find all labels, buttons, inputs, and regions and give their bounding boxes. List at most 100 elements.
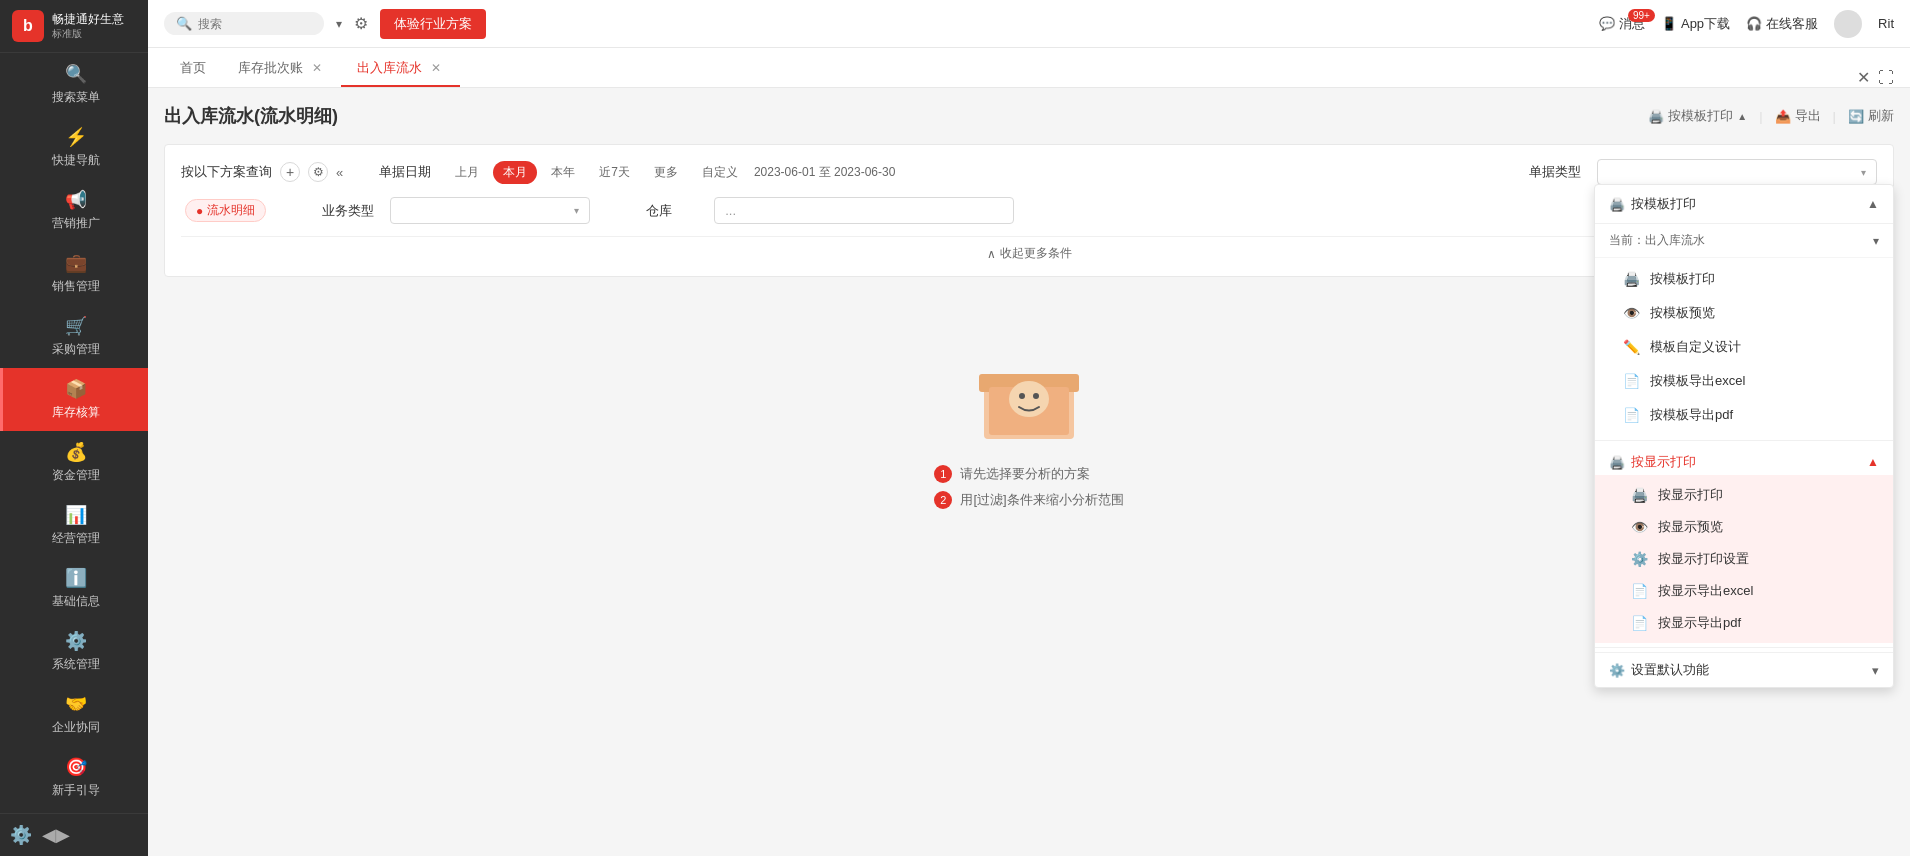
date-range-display: 2023-06-01 至 2023-06-30 bbox=[754, 164, 895, 181]
topbar-gear-icon[interactable]: ⚙ bbox=[354, 14, 368, 33]
step-2-num: 2 bbox=[934, 491, 952, 509]
dropdown-collapse-icon[interactable]: ▲ bbox=[1867, 197, 1879, 211]
date-tag-last-month[interactable]: 上月 bbox=[445, 161, 489, 184]
tab-home[interactable]: 首页 bbox=[164, 51, 222, 87]
window-expand-icon[interactable]: ⛶ bbox=[1878, 69, 1894, 87]
tab-batch-close[interactable]: ✕ bbox=[309, 60, 325, 76]
warehouse-select[interactable]: ... bbox=[714, 197, 1014, 224]
template-design-item[interactable]: ✏️ 模板自定义设计 bbox=[1595, 330, 1893, 364]
svg-point-3 bbox=[1009, 381, 1049, 417]
sidebar-item-operations[interactable]: 📊 经营管理 bbox=[0, 494, 148, 557]
filter-doctype-group: 单据类型 ▾ bbox=[1529, 159, 1877, 185]
collapse-label: 收起更多条件 bbox=[1000, 245, 1072, 262]
sidebar-item-enterprise[interactable]: 🤝 企业协同 bbox=[0, 683, 148, 746]
date-tag-this-month[interactable]: 本月 bbox=[493, 161, 537, 184]
sidebar-item-basic[interactable]: ℹ️ 基础信息 bbox=[0, 557, 148, 620]
window-close-icon[interactable]: ✕ bbox=[1857, 68, 1870, 87]
filter-warehouse-group: 仓库 ... bbox=[646, 197, 1014, 224]
doctype-placeholder bbox=[1608, 165, 1611, 179]
sidebar-item-quicknav[interactable]: ⚡ 快捷导航 bbox=[0, 116, 148, 179]
display-settings-item[interactable]: ⚙️ 按显示打印设置 bbox=[1595, 543, 1893, 575]
app-download-button[interactable]: 📱 App下载 bbox=[1661, 15, 1730, 33]
sidebar-item-label: 库存核算 bbox=[52, 404, 100, 421]
search-chevron-icon[interactable]: ▾ bbox=[336, 17, 342, 31]
page-header: 出入库流水(流水明细) 🖨️ 按模板打印 ▲ | 📤 导出 | 🔄 刷新 bbox=[164, 104, 1894, 128]
footer-arrow-icon[interactable]: ▾ bbox=[1872, 663, 1879, 678]
username-label: Rit bbox=[1878, 16, 1894, 31]
display-excel-item[interactable]: 📄 按显示导出excel bbox=[1595, 575, 1893, 607]
collapse-scheme-icon[interactable]: « bbox=[336, 165, 343, 180]
date-tag-7days[interactable]: 近7天 bbox=[589, 161, 640, 184]
online-service-button[interactable]: 🎧 在线客服 bbox=[1746, 15, 1818, 33]
active-filter-tag: ● 流水明细 bbox=[185, 199, 266, 222]
sidebar-logo: b 畅捷通好生意 标准版 bbox=[0, 0, 148, 53]
sidebar-item-guide[interactable]: 🎯 新手引导 bbox=[0, 746, 148, 809]
close-icon[interactable]: ✕ bbox=[309, 60, 325, 76]
tab-home-label: 首页 bbox=[180, 59, 206, 77]
export-button[interactable]: 📤 导出 bbox=[1775, 107, 1821, 125]
scheme-settings-button[interactable]: ⚙ bbox=[308, 162, 328, 182]
search-input[interactable] bbox=[198, 17, 298, 31]
notification-badge: 99+ bbox=[1628, 9, 1655, 22]
sidebar-item-finance[interactable]: 💰 资金管理 bbox=[0, 431, 148, 494]
sidebar-item-label: 新手引导 bbox=[52, 782, 100, 799]
sidebar-item-label: 采购管理 bbox=[52, 341, 100, 358]
guide-icon: 🎯 bbox=[65, 756, 87, 778]
template-preview-item[interactable]: 👁️ 按模板预览 bbox=[1595, 296, 1893, 330]
sidebar-item-search[interactable]: 🔍 搜索菜单 bbox=[0, 53, 148, 116]
date-tag-this-year[interactable]: 本年 bbox=[541, 161, 585, 184]
topbar-search-box[interactable]: 🔍 bbox=[164, 12, 324, 35]
tab-flow[interactable]: 出入库流水 ✕ bbox=[341, 51, 460, 87]
display-preview-icon: 👁️ bbox=[1631, 519, 1648, 535]
display-print-icon: 🖨️ bbox=[1631, 487, 1648, 503]
display-print-item[interactable]: 🖨️ 按显示打印 bbox=[1595, 479, 1893, 511]
dropdown-footer: ⚙️ 设置默认功能 ▾ bbox=[1595, 652, 1893, 687]
sidebar-item-label: 快捷导航 bbox=[52, 152, 100, 169]
notification-button[interactable]: 💬 消息 99+ bbox=[1599, 15, 1645, 33]
sidebar-nav: 🔍 搜索菜单 ⚡ 快捷导航 📢 营销推广 💼 销售管理 🛒 采购管理 📦 库存核… bbox=[0, 53, 148, 813]
refresh-button[interactable]: 🔄 刷新 bbox=[1848, 107, 1894, 125]
filter-row-1: 按以下方案查询 + ⚙ « 单据日期 上月 本月 本年 近7天 更多 自定义 bbox=[181, 159, 1877, 185]
date-tag-more[interactable]: 更多 bbox=[644, 161, 688, 184]
warehouse-placeholder: ... bbox=[725, 203, 736, 218]
display-section-icon: 🖨️ bbox=[1609, 455, 1625, 470]
add-scheme-button[interactable]: + bbox=[280, 162, 300, 182]
sidebar-item-inventory[interactable]: 📦 库存核算 bbox=[0, 368, 148, 431]
collapse-sidebar-icon[interactable]: ◀▶ bbox=[42, 824, 70, 846]
footer-label: 设置默认功能 bbox=[1631, 661, 1709, 679]
avatar[interactable] bbox=[1834, 10, 1862, 38]
current-arrow-icon: ▾ bbox=[1873, 234, 1879, 248]
collapse-button[interactable]: ∧ 收起更多条件 bbox=[987, 245, 1072, 262]
template-print-icon: 🖨️ bbox=[1623, 271, 1640, 287]
template-print-item[interactable]: 🖨️ 按模板打印 bbox=[1595, 262, 1893, 296]
sidebar-item-system[interactable]: ⚙️ 系统管理 bbox=[0, 620, 148, 683]
print-template-button[interactable]: 🖨️ 按模板打印 ▲ bbox=[1648, 107, 1747, 125]
template-excel-icon: 📄 bbox=[1623, 373, 1640, 389]
display-section-arrow-icon[interactable]: ▲ bbox=[1867, 455, 1879, 469]
display-preview-item[interactable]: 👁️ 按显示预览 bbox=[1595, 511, 1893, 543]
display-pdf-label: 按显示导出pdf bbox=[1658, 614, 1741, 632]
close-icon[interactable]: ✕ bbox=[428, 60, 444, 76]
sidebar-item-marketing[interactable]: 📢 营销推广 bbox=[0, 179, 148, 242]
app-download-icon: 📱 bbox=[1661, 16, 1677, 31]
empty-svg bbox=[969, 349, 1089, 449]
template-pdf-item[interactable]: 📄 按模板导出pdf bbox=[1595, 398, 1893, 432]
template-preview-label: 按模板预览 bbox=[1650, 304, 1715, 322]
tab-batch[interactable]: 库存批次账 ✕ bbox=[222, 51, 341, 87]
trial-button[interactable]: 体验行业方案 bbox=[380, 9, 486, 39]
tab-flow-label: 出入库流水 bbox=[357, 59, 422, 77]
dropdown-current: 当前：出入库流水 ▾ bbox=[1595, 224, 1893, 258]
display-pdf-item[interactable]: 📄 按显示导出pdf bbox=[1595, 607, 1893, 639]
filter-date-group: 单据日期 上月 本月 本年 近7天 更多 自定义 2023-06-01 至 20… bbox=[379, 161, 895, 184]
warehouse-label: 仓库 bbox=[646, 202, 706, 220]
sidebar-item-purchase[interactable]: 🛒 采购管理 bbox=[0, 305, 148, 368]
template-excel-item[interactable]: 📄 按模板导出excel bbox=[1595, 364, 1893, 398]
display-pdf-icon: 📄 bbox=[1631, 615, 1648, 631]
sidebar-item-label: 销售管理 bbox=[52, 278, 100, 295]
settings-icon[interactable]: ⚙️ bbox=[10, 824, 32, 846]
sidebar-item-sales[interactable]: 💼 销售管理 bbox=[0, 242, 148, 305]
tab-flow-close[interactable]: ✕ bbox=[428, 60, 444, 76]
date-tag-custom[interactable]: 自定义 bbox=[692, 161, 748, 184]
doctype-select[interactable]: ▾ bbox=[1597, 159, 1877, 185]
business-select[interactable]: ▾ bbox=[390, 197, 590, 224]
